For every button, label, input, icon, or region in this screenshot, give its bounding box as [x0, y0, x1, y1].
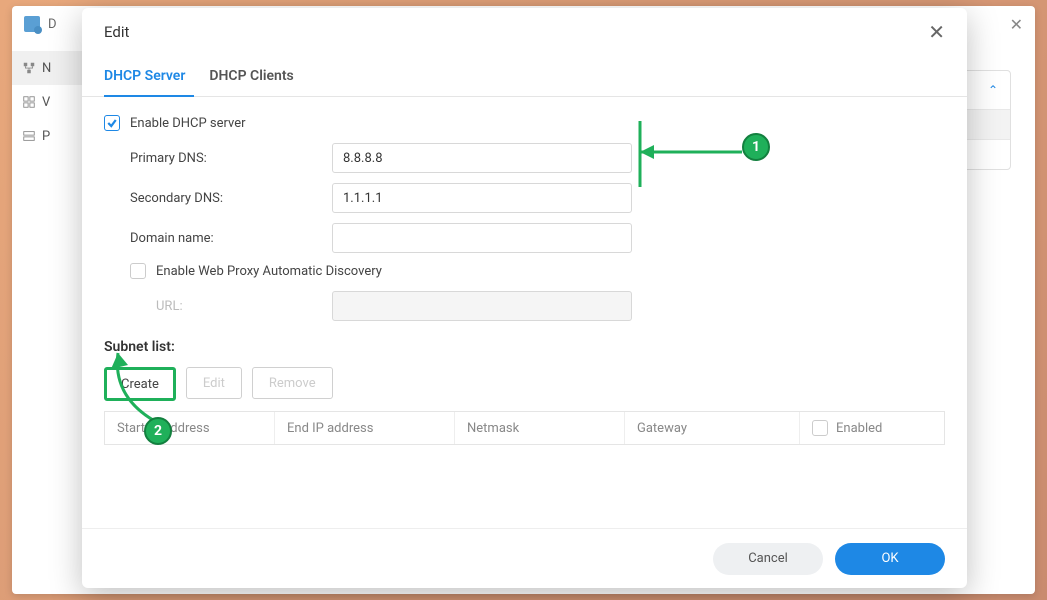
primary-dns-input[interactable] [332, 143, 632, 173]
bg-close-icon[interactable]: ✕ [1010, 15, 1023, 34]
enable-wpad-checkbox[interactable] [130, 263, 146, 279]
subnet-table-header: Start IP address End IP address Netmask … [104, 411, 945, 445]
annotation-badge-2: 2 [144, 417, 172, 445]
subnet-buttons: Create Edit Remove [104, 367, 945, 401]
tab-dhcp-server[interactable]: DHCP Server [104, 56, 185, 96]
bg-sidebar: N V P [12, 51, 87, 153]
enable-wpad-label: Enable Web Proxy Automatic Discovery [156, 264, 382, 279]
dialog-header: Edit ✕ [82, 8, 967, 56]
secondary-dns-row: Secondary DNS: [104, 183, 945, 213]
url-row: URL: [104, 291, 945, 321]
url-label: URL: [156, 299, 332, 314]
col-netmask[interactable]: Netmask [455, 412, 625, 444]
sidebar-label-0: N [42, 61, 51, 76]
cancel-button[interactable]: Cancel [713, 543, 823, 575]
primary-dns-label: Primary DNS: [130, 151, 332, 166]
secondary-dns-label: Secondary DNS: [130, 191, 332, 206]
dialog-title: Edit [104, 23, 129, 41]
app-icon [24, 16, 40, 32]
create-button[interactable]: Create [104, 367, 176, 401]
tab-bar: DHCP Server DHCP Clients [82, 56, 967, 97]
enable-dhcp-checkbox[interactable] [104, 115, 120, 131]
domain-name-input[interactable] [332, 223, 632, 253]
edit-button: Edit [186, 367, 242, 399]
url-input [332, 291, 632, 321]
chevron-up-icon: ⌃ [988, 83, 998, 97]
domain-name-row: Domain name: [104, 223, 945, 253]
dialog-footer: Cancel OK [82, 528, 967, 588]
grid-icon [22, 95, 36, 109]
col-gateway[interactable]: Gateway [625, 412, 800, 444]
col-enabled-label: Enabled [836, 421, 882, 436]
bg-title: D [48, 17, 57, 32]
domain-name-label: Domain name: [130, 231, 332, 246]
secondary-dns-input[interactable] [332, 183, 632, 213]
col-start-ip[interactable]: Start IP address [105, 412, 275, 444]
close-icon[interactable]: ✕ [928, 20, 945, 44]
sidebar-item-1[interactable]: V [12, 85, 87, 119]
ok-button[interactable]: OK [835, 543, 945, 575]
sidebar-item-0[interactable]: N [12, 51, 87, 85]
check-icon [106, 117, 118, 129]
enable-dhcp-label: Enable DHCP server [130, 116, 246, 131]
dialog-body: Enable DHCP server Primary DNS: Secondar… [82, 97, 967, 528]
sidebar-label-1: V [42, 95, 50, 110]
primary-dns-row: Primary DNS: [104, 143, 945, 173]
enable-dhcp-row: Enable DHCP server [104, 115, 945, 131]
sidebar-label-2: P [42, 129, 50, 144]
server-icon [22, 129, 36, 143]
edit-dialog: Edit ✕ DHCP Server DHCP Clients Enable D… [82, 8, 967, 588]
col-end-ip[interactable]: End IP address [275, 412, 455, 444]
col-enabled[interactable]: Enabled [800, 412, 944, 444]
enabled-header-checkbox[interactable] [812, 420, 828, 436]
network-icon [22, 61, 36, 75]
remove-button: Remove [252, 367, 333, 399]
subnet-list-label: Subnet list: [104, 339, 945, 355]
tab-dhcp-clients[interactable]: DHCP Clients [209, 56, 293, 96]
annotation-badge-1: 1 [742, 133, 770, 161]
sidebar-item-2[interactable]: P [12, 119, 87, 153]
enable-wpad-row: Enable Web Proxy Automatic Discovery [104, 263, 945, 279]
